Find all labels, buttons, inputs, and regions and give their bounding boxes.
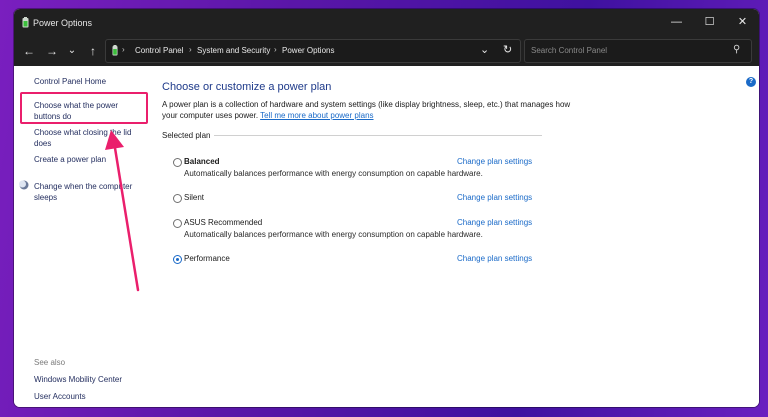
- plan-performance-change-settings[interactable]: Change plan settings: [457, 254, 532, 263]
- plan-balanced-change-settings[interactable]: Change plan settings: [457, 157, 532, 166]
- search-placeholder: Search Control Panel: [531, 46, 608, 55]
- title-bar: Power Options — ☐ ✕: [14, 9, 759, 36]
- breadcrumb-control-panel[interactable]: Control Panel: [135, 46, 183, 55]
- sidebar: Control Panel Home Choose what the power…: [14, 66, 162, 407]
- see-also-mobility-center[interactable]: Windows Mobility Center: [34, 374, 122, 385]
- group-divider: [214, 135, 542, 136]
- forward-button[interactable]: →: [43, 42, 61, 60]
- maximize-button[interactable]: ☐: [693, 9, 726, 36]
- see-also-label: See also: [34, 358, 66, 367]
- see-also-user-accounts[interactable]: User Accounts: [34, 391, 86, 402]
- plan-balanced-label[interactable]: Balanced: [184, 157, 220, 166]
- refresh-icon[interactable]: ↻: [503, 43, 512, 56]
- breadcrumb-system-security[interactable]: System and Security: [197, 46, 270, 55]
- plan-asus-change-settings[interactable]: Change plan settings: [457, 218, 532, 227]
- breadcrumb[interactable]: › Control Panel › System and Security › …: [105, 39, 521, 63]
- power-options-app-icon: [22, 17, 29, 28]
- plan-silent-change-settings[interactable]: Change plan settings: [457, 193, 532, 202]
- plan-asus-label[interactable]: ASUS Recommended: [184, 218, 262, 227]
- plan-silent-label[interactable]: Silent: [184, 193, 204, 202]
- plan-asus-description: Automatically balances performance with …: [184, 230, 483, 239]
- help-icon[interactable]: ?: [746, 77, 756, 87]
- plan-balanced-description: Automatically balances performance with …: [184, 169, 483, 178]
- power-options-window: Power Options — ☐ ✕ ← → ⌄ ↑ › Control Pa…: [14, 9, 759, 407]
- annotation-arrow: [105, 130, 140, 292]
- page-title: Choose or customize a power plan: [162, 81, 332, 93]
- main-panel: Choose or customize a power plan A power…: [162, 66, 759, 407]
- content-area: Control Panel Home Choose what the power…: [14, 66, 759, 407]
- plan-asus-radio[interactable]: [173, 219, 182, 228]
- breadcrumb-power-options[interactable]: Power Options: [282, 46, 334, 55]
- chevron-right-icon: ›: [189, 45, 192, 54]
- chevron-right-icon: ›: [274, 45, 277, 54]
- search-icon[interactable]: ⚲: [733, 44, 740, 55]
- recent-locations-button[interactable]: ⌄: [63, 42, 81, 60]
- battery-icon: [112, 45, 118, 56]
- plan-silent-radio[interactable]: [173, 194, 182, 203]
- selected-plan-label: Selected plan: [162, 131, 211, 140]
- back-button[interactable]: ←: [20, 42, 38, 60]
- up-button[interactable]: ↑: [84, 42, 102, 60]
- plan-balanced-radio[interactable]: [173, 158, 182, 167]
- search-input[interactable]: Search Control Panel ⚲: [524, 39, 752, 63]
- learn-more-link[interactable]: Tell me more about power plans: [260, 111, 373, 120]
- chevron-right-icon: ›: [122, 45, 125, 54]
- plan-performance-radio[interactable]: [173, 255, 182, 264]
- plan-performance-label[interactable]: Performance: [184, 254, 230, 263]
- minimize-button[interactable]: —: [660, 9, 693, 36]
- window-title: Power Options: [33, 18, 93, 28]
- page-description: A power plan is a collection of hardware…: [162, 99, 572, 121]
- address-bar: ← → ⌄ ↑ › Control Panel › System and Sec…: [14, 36, 759, 66]
- chevron-down-icon[interactable]: ⌄: [480, 43, 489, 56]
- close-button[interactable]: ✕: [726, 9, 759, 36]
